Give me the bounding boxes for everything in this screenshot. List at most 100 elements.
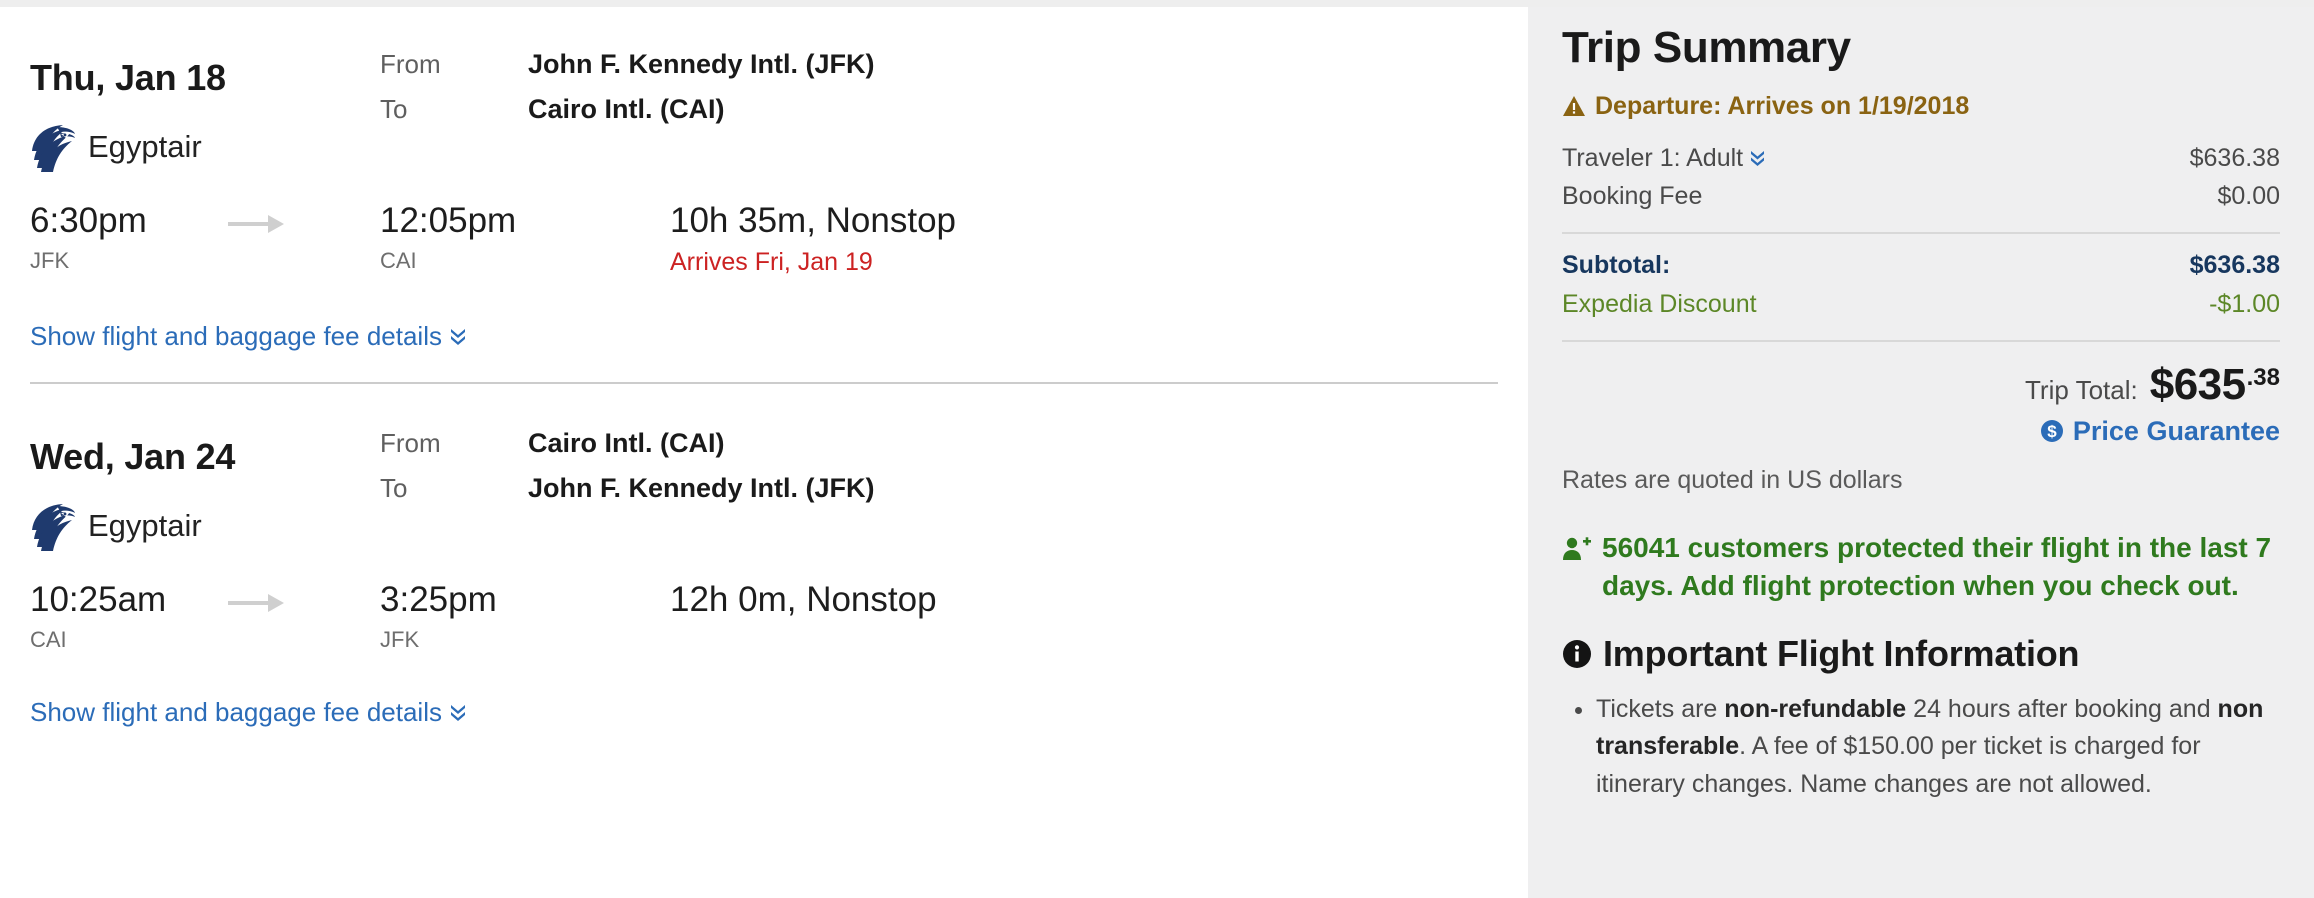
route-row-from: From John F. Kennedy Intl. (JFK) xyxy=(380,49,1498,80)
to-airport: Cairo Intl. (CAI) xyxy=(528,94,725,124)
show-flight-baggage-fee-details-link[interactable]: Show flight and baggage fee details xyxy=(30,697,466,728)
departure-time: 6:30pm xyxy=(30,201,147,240)
chevron-double-down-icon xyxy=(450,329,465,346)
arrival-airport-code: JFK xyxy=(380,626,420,652)
segment-times: 6:30pm JFK 12:05pm CAI 10h 35m, Nonstop … xyxy=(30,201,1498,277)
segment-date: Thu, Jan 18 xyxy=(30,57,226,98)
important-flight-information-heading: Important Flight Information xyxy=(1562,633,2280,675)
airline-name: Egyptair xyxy=(88,129,202,164)
egyptair-falcon-logo-icon xyxy=(32,503,75,551)
info-circle-icon xyxy=(1563,639,1591,668)
price-breakdown: Traveler 1: Adult $636.38 Booking Fee $0… xyxy=(1562,139,2280,217)
arrival-time: 3:25pm xyxy=(380,579,497,619)
summary-divider-top xyxy=(1562,232,2280,235)
protection-text: 56041 customers protected their flight i… xyxy=(1602,532,2272,601)
departure-time: 10:25am xyxy=(30,579,167,619)
route-row-from: From Cairo Intl. (CAI) xyxy=(380,428,1498,459)
segment-header: Thu, Jan 18 Egyptair From John F. Kenned… xyxy=(30,35,1498,173)
important-heading-text: Important Flight Information xyxy=(1603,632,2080,674)
trip-total-label: Trip Total: xyxy=(2025,374,2138,405)
traveler-amount: $636.38 xyxy=(2189,143,2280,172)
traveler-label: Traveler 1: Adult xyxy=(1562,143,1744,172)
important-item-part2: 24 hours after booking and xyxy=(1906,694,2218,723)
airline-name: Egyptair xyxy=(88,507,202,543)
to-airport: John F. Kennedy Intl. (JFK) xyxy=(528,472,875,503)
segment-date-column: Thu, Jan 18 Egyptair xyxy=(30,35,380,173)
summary-divider-bottom xyxy=(1562,339,2280,342)
flight-duration: 12h 0m, Nonstop xyxy=(670,579,937,619)
from-label: From xyxy=(380,49,441,79)
departure-warning-text: Departure: Arrives on 1/19/2018 xyxy=(1595,91,1970,120)
departure-warning: Departure: Arrives on 1/19/2018 xyxy=(1562,92,2280,121)
rates-note: Rates are quoted in US dollars xyxy=(1562,466,1903,495)
departure-time-block: 10:25am CAI xyxy=(30,579,380,653)
departure-airport-code: CAI xyxy=(30,626,67,652)
booking-fee-amount: $0.00 xyxy=(2217,182,2280,211)
departure-airport-code: JFK xyxy=(30,247,70,273)
people-plus-icon xyxy=(1563,537,1591,561)
from-airport: John F. Kennedy Intl. (JFK) xyxy=(528,49,875,79)
svg-text:$: $ xyxy=(2047,422,2057,441)
warning-triangle-icon xyxy=(1563,96,1585,117)
segment-date: Wed, Jan 24 xyxy=(30,435,236,477)
airline-block: Egyptair xyxy=(30,500,380,552)
subtotal-amount: $636.38 xyxy=(2189,251,2280,280)
price-guarantee-link[interactable]: $ Price Guarantee xyxy=(2040,416,2280,447)
arrival-time-block: 12:05pm CAI xyxy=(380,201,670,274)
show-details-label: Show flight and baggage fee details xyxy=(30,320,442,351)
important-flight-information-list: Tickets are non-refundable 24 hours afte… xyxy=(1562,691,2280,804)
trip-total-dollars: $635 xyxy=(2149,359,2246,409)
airline-block: Egyptair xyxy=(30,121,380,173)
chevron-double-down-icon xyxy=(1751,151,1765,167)
traveler-expand-link[interactable]: Traveler 1: Adult xyxy=(1562,139,1765,178)
price-guarantee-label: Price Guarantee xyxy=(2072,415,2280,446)
important-item-bold1: non-refundable xyxy=(1724,694,1907,723)
route-row-to: To John F. Kennedy Intl. (JFK) xyxy=(380,473,1498,504)
segment-times: 10:25am CAI 3:25pm JFK 12h 0m, Nonstop xyxy=(30,579,1498,653)
arrow-right-icon xyxy=(228,215,284,233)
show-flight-baggage-fee-details-link[interactable]: Show flight and baggage fee details xyxy=(30,321,466,352)
price-row-traveler: Traveler 1: Adult $636.38 xyxy=(1562,139,2280,178)
chevron-double-down-icon xyxy=(450,705,465,721)
duration-block: 12h 0m, Nonstop xyxy=(670,579,1498,627)
flight-segment-return: Wed, Jan 24 Egyptair From Cairo Intl. (C… xyxy=(0,384,1528,758)
route-row-to: To Cairo Intl. (CAI) xyxy=(380,94,1498,125)
arrow-right-icon xyxy=(228,593,284,612)
to-label: To xyxy=(380,94,408,124)
subtotal-block: Subtotal: $636.38 Expedia Discount -$1.0… xyxy=(1562,246,2280,324)
route-table: From Cairo Intl. (CAI) To John F. Kenned… xyxy=(380,414,1498,518)
trip-total-line: Trip Total: $635 .38 xyxy=(1562,360,2280,410)
price-row-discount: Expedia Discount -$1.00 xyxy=(1562,285,2280,324)
segment-header: Wed, Jan 24 Egyptair From Cairo Intl. (C… xyxy=(30,414,1498,552)
price-row-booking-fee: Booking Fee $0.00 xyxy=(1562,177,2280,216)
trip-total-block: Trip Total: $635 .38 $ Price Guarantee xyxy=(1562,360,2280,449)
from-airport: Cairo Intl. (CAI) xyxy=(528,427,725,458)
to-label: To xyxy=(380,472,408,503)
top-band xyxy=(0,0,2314,7)
trip-total-cents: .38 xyxy=(2246,363,2280,391)
subtotal-label: Subtotal: xyxy=(1562,251,1671,280)
route-table: From John F. Kennedy Intl. (JFK) To Cair… xyxy=(380,35,1498,139)
price-row-subtotal: Subtotal: $636.38 xyxy=(1562,246,2280,285)
trip-summary-panel: Trip Summary Departure: Arrives on 1/19/… xyxy=(1528,7,2314,898)
flight-protection-message: 56041 customers protected their flight i… xyxy=(1562,529,2280,605)
flight-segment-outbound: Thu, Jan 18 Egyptair From John F. Kenned… xyxy=(0,7,1528,382)
booking-fee-label: Booking Fee xyxy=(1562,182,1703,211)
egyptair-falcon-logo-icon xyxy=(32,125,75,172)
departure-time-block: 6:30pm JFK xyxy=(30,201,380,274)
dollar-coin-icon: $ xyxy=(2040,420,2063,443)
arrival-time: 12:05pm xyxy=(380,201,517,240)
important-item-part1: Tickets are xyxy=(1596,694,1725,723)
trip-summary-title: Trip Summary xyxy=(1562,23,1851,72)
flight-checkout-page: Thu, Jan 18 Egyptair From John F. Kenned… xyxy=(0,0,2314,898)
list-item: Tickets are non-refundable 24 hours afte… xyxy=(1596,691,2280,804)
segment-date-column: Wed, Jan 24 Egyptair xyxy=(30,414,380,552)
arrival-time-block: 3:25pm JFK xyxy=(380,579,670,653)
arrival-airport-code: CAI xyxy=(380,247,417,273)
discount-amount: -$1.00 xyxy=(2209,289,2280,318)
from-label: From xyxy=(380,427,441,458)
arrives-next-day-note: Arrives Fri, Jan 19 xyxy=(670,247,873,276)
discount-label: Expedia Discount xyxy=(1562,289,1757,318)
show-details-label: Show flight and baggage fee details xyxy=(30,696,442,727)
flight-duration: 10h 35m, Nonstop xyxy=(670,201,957,240)
